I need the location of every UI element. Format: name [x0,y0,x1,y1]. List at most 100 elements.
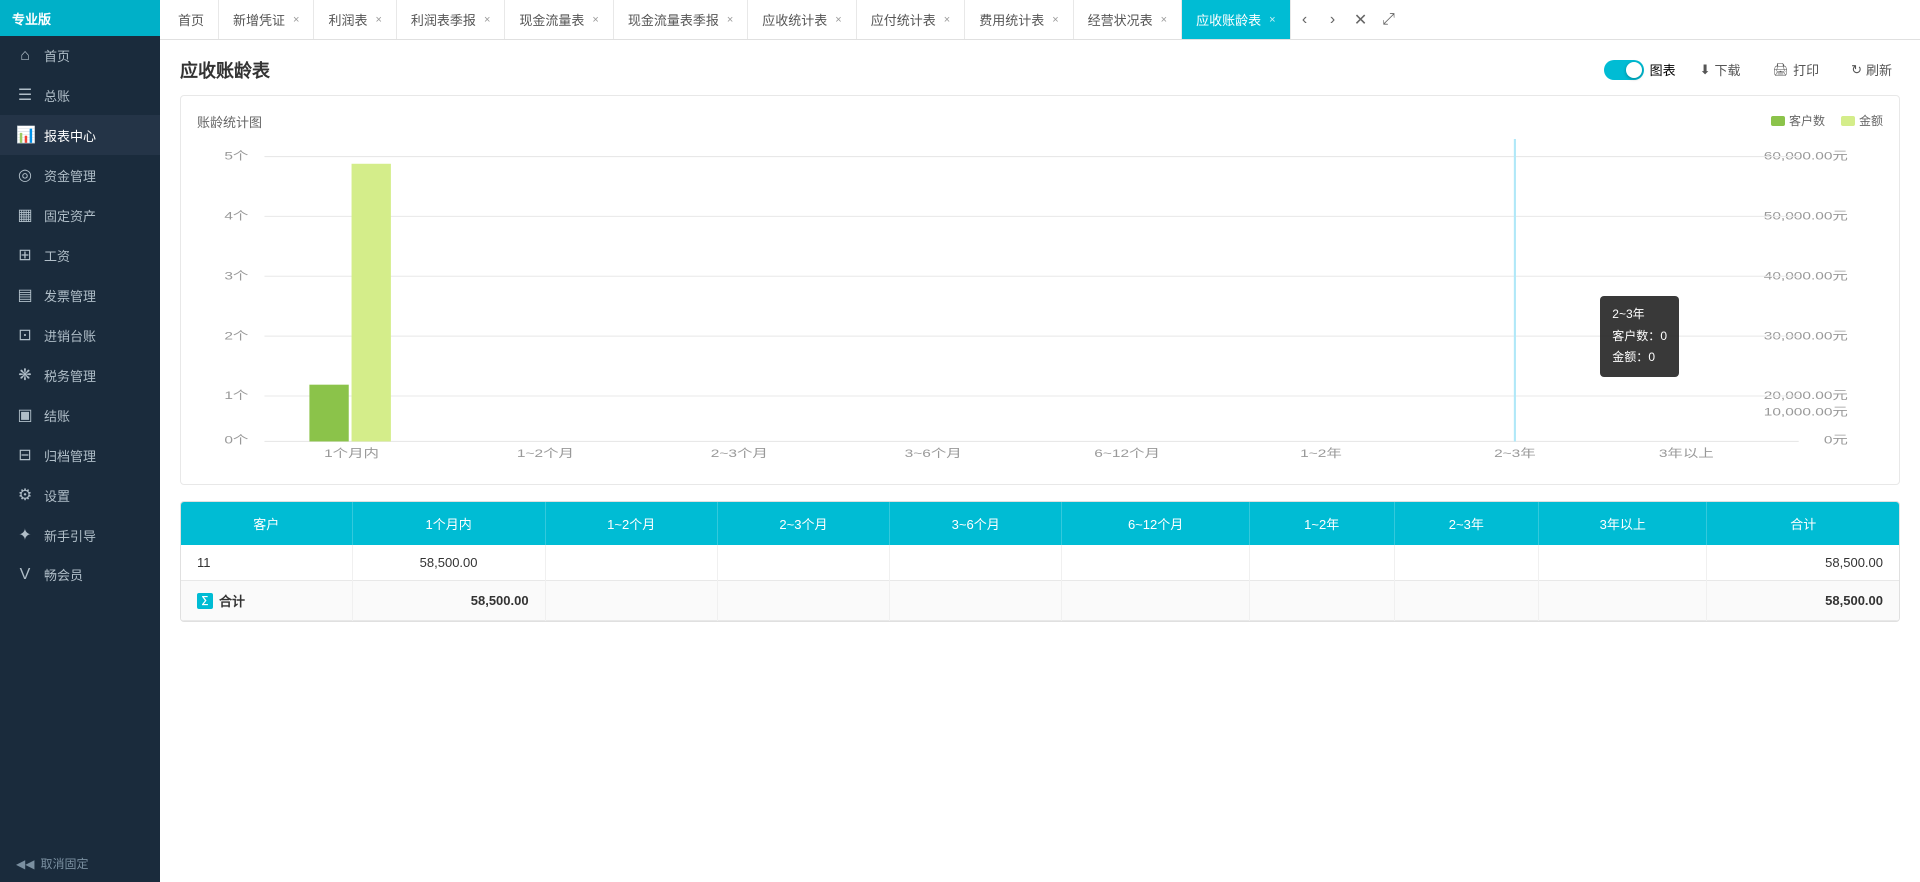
chart-title: 账龄统计图 [197,112,1883,131]
close-accounts-icon: ▣ [16,405,34,425]
tab-ar-aging-close[interactable]: × [1269,14,1275,26]
svg-text:3~6个月: 3~6个月 [905,447,962,459]
sidebar-item-tax[interactable]: ❋ 税务管理 [0,355,160,395]
cell-year12 [1249,545,1394,581]
print-button[interactable]: 🖨 打印 [1765,56,1828,83]
total-month12 [545,581,717,621]
svg-text:6~12个月: 6~12个月 [1094,447,1160,459]
chart-container: 账龄统计图 客户数 金额 5个 4个 3个 2个 1个 0个 [180,95,1900,485]
refresh-icon: ↻ [1851,62,1862,78]
svg-text:0个: 0个 [224,433,249,446]
chart-toggle[interactable]: 图表 [1604,60,1676,80]
chart-legend: 客户数 金额 [1771,112,1883,129]
inventory-icon: ⊡ [16,325,34,345]
th-year12: 1~2年 [1249,502,1394,545]
table-row: 11 58,500.00 58,500.00 [181,545,1899,581]
tab-expense-stats-close[interactable]: × [1052,14,1058,26]
tab-ar-aging-label: 应收账龄表 [1196,10,1261,29]
svg-text:1~2个月: 1~2个月 [517,447,574,459]
tab-ar-stats-close[interactable]: × [835,14,841,26]
chart-switch-track[interactable] [1604,60,1644,80]
sidebar-item-archive[interactable]: ⊟ 归档管理 [0,435,160,475]
sidebar-item-close[interactable]: ▣ 结账 [0,395,160,435]
salary-icon: ⊞ [16,245,34,265]
tab-scroll-left[interactable]: ‹ [1291,6,1319,34]
tab-voucher[interactable]: 新增凭证 × [219,0,314,40]
bar-amount-0 [352,164,391,442]
tab-close-all[interactable]: ✕ [1347,6,1375,34]
ledger-icon: ☰ [16,85,34,105]
th-month36: 3~6个月 [890,502,1062,545]
tab-ap-stats-close[interactable]: × [944,14,950,26]
tab-scroll-right[interactable]: › [1319,6,1347,34]
sidebar-toggle-pin[interactable]: ◀◀ 取消固定 [0,845,160,882]
tab-ar-aging[interactable]: 应收账龄表 × [1182,0,1290,40]
tab-ap-stats[interactable]: 应付统计表 × [857,0,965,40]
sidebar-item-home[interactable]: ⌂ 首页 [0,36,160,75]
tab-cashflow[interactable]: 现金流量表 × [505,0,613,40]
sidebar-label-settings: 设置 [44,486,70,505]
tab-cashflow-quarterly[interactable]: 现金流量表季报 × [614,0,748,40]
tab-home-label: 首页 [178,10,204,29]
legend-customers-color [1771,116,1785,126]
tab-ar-stats-label: 应收统计表 [762,10,827,29]
svg-text:2~3个月: 2~3个月 [711,447,768,459]
sidebar-item-settings[interactable]: ⚙ 设置 [0,475,160,515]
tab-home[interactable]: 首页 [164,0,219,40]
tab-expense-stats-label: 费用统计表 [979,10,1044,29]
th-month23: 2~3个月 [717,502,889,545]
sidebar-item-invoice[interactable]: ▤ 发票管理 [0,275,160,315]
tab-maximize[interactable]: ⤢ [1375,6,1403,34]
sidebar-item-ledger[interactable]: ☰ 总账 [0,75,160,115]
sidebar-item-funds[interactable]: ◎ 资金管理 [0,155,160,195]
tab-profit-quarterly[interactable]: 利润表季报 × [397,0,505,40]
tab-business-status-close[interactable]: × [1161,14,1167,26]
chart-toggle-label: 图表 [1650,60,1676,79]
tab-ar-stats[interactable]: 应收统计表 × [748,0,856,40]
tab-cashflow-close[interactable]: × [592,14,598,26]
tab-expense-stats[interactable]: 费用统计表 × [965,0,1073,40]
svg-text:2~3年: 2~3年 [1494,447,1536,459]
sidebar-item-member[interactable]: V 畅会员 [0,555,160,594]
bar-customers-0 [309,385,348,442]
th-month12: 1~2个月 [545,502,717,545]
sidebar-item-assets[interactable]: ▦ 固定资产 [0,195,160,235]
sidebar-logo: 专业版 [0,0,160,36]
tab-cashflow-quarterly-close[interactable]: × [727,14,733,26]
svg-text:0元: 0元 [1824,433,1848,446]
total-year3plus [1539,581,1707,621]
table-total-row: ∑ 合计 58,500.00 58,500.00 [181,581,1899,621]
download-button[interactable]: ⬇ 下载 [1692,56,1749,83]
tab-ap-stats-label: 应付统计表 [871,10,936,29]
th-month612: 6~12个月 [1062,502,1250,545]
tab-profit-quarterly-close[interactable]: × [484,14,490,26]
svg-text:40,000.00元: 40,000.00元 [1764,269,1848,282]
tab-business-status-label: 经营状况表 [1088,10,1153,29]
total-total: 58,500.00 [1707,581,1899,621]
tab-bar: 首页 新增凭证 × 利润表 × 利润表季报 × 现金流量表 × 现金流量表季报 … [160,0,1920,40]
sidebar-item-inventory[interactable]: ⊡ 进销台账 [0,315,160,355]
sidebar-item-reports[interactable]: 📊 报表中心 [0,115,160,155]
tab-profit-close[interactable]: × [375,14,381,26]
refresh-button[interactable]: ↻ 刷新 [1843,56,1900,83]
tab-business-status[interactable]: 经营状况表 × [1074,0,1182,40]
svg-text:20,000.00元: 20,000.00元 [1764,389,1848,402]
tab-profit[interactable]: 利润表 × [314,0,396,40]
cell-customer: 11 [181,545,352,581]
cell-month23 [717,545,889,581]
tab-voucher-close[interactable]: × [293,14,299,26]
pin-icon: ◀◀ [16,857,34,871]
page-actions: 图表 ⬇ 下载 🖨 打印 ↻ 刷新 [1604,56,1900,83]
svg-text:10,000.00元: 10,000.00元 [1764,406,1848,419]
download-icon: ⬇ [1700,62,1711,78]
main-content: 首页 新增凭证 × 利润表 × 利润表季报 × 现金流量表 × 现金流量表季报 … [160,0,1920,882]
tab-cashflow-label: 现金流量表 [519,10,584,29]
guide-icon: ✦ [16,525,34,545]
reports-icon: 📊 [16,125,34,145]
cell-month612 [1062,545,1250,581]
tab-voucher-label: 新增凭证 [233,10,285,29]
sidebar-item-guide[interactable]: ✦ 新手引导 [0,515,160,555]
total-month36 [890,581,1062,621]
sidebar-item-salary[interactable]: ⊞ 工资 [0,235,160,275]
sidebar-label-funds: 资金管理 [44,166,96,185]
